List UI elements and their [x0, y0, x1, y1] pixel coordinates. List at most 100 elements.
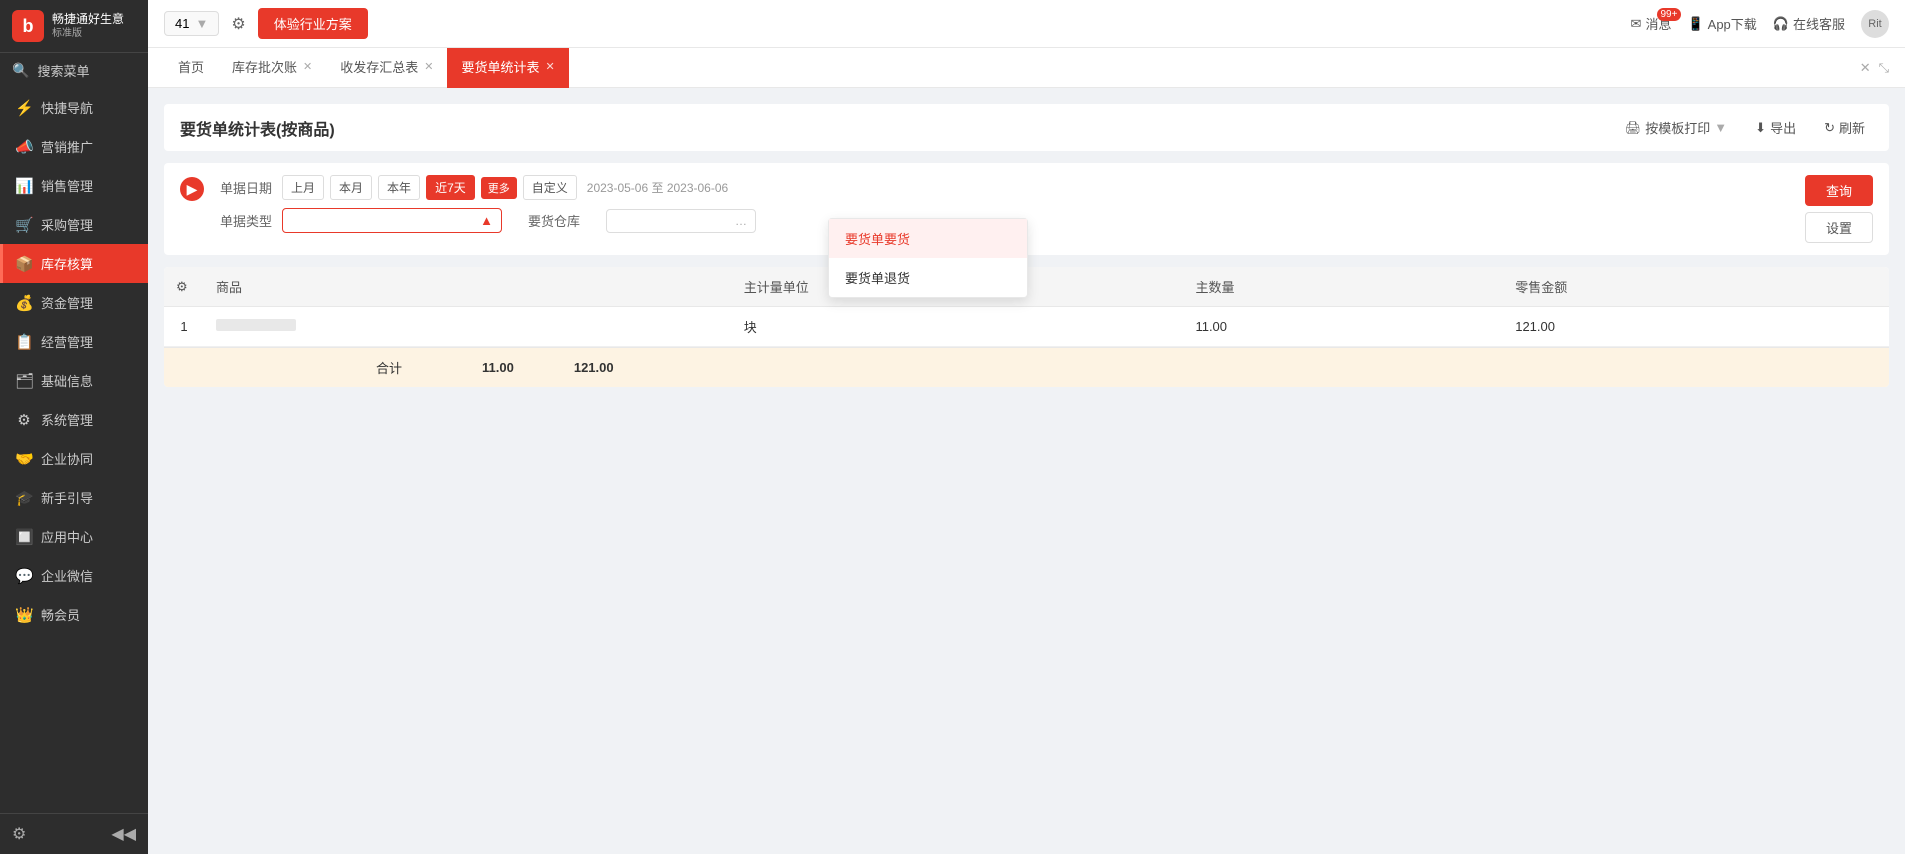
apps-icon: 🔲 — [15, 528, 33, 546]
date-btn-last-month[interactable]: 上月 — [282, 175, 324, 200]
sales-icon: 📊 — [15, 177, 33, 195]
quick-icon: ⚡ — [15, 99, 33, 117]
date-btn-this-month[interactable]: 本月 — [330, 175, 372, 200]
search-icon: 🔍 — [12, 62, 29, 79]
row-num: 1 — [164, 307, 204, 347]
app-logo: b 畅捷通好生意 标准版 — [0, 0, 148, 53]
headset-icon: 🎧 — [1773, 16, 1789, 32]
header-settings-icon[interactable]: ⚙ — [231, 14, 245, 34]
company-selector[interactable]: 41 ▼ — [164, 11, 219, 36]
title-actions: 🖨 按模板打印 ▼ ⬇ 导出 ↻ 刷新 — [1617, 114, 1873, 141]
dropdown-item-order[interactable]: 要货单要货 — [829, 219, 1027, 258]
warehouse-select[interactable]: … — [606, 209, 756, 233]
sidebar-item-system[interactable]: ⚙ 系统管理 — [0, 400, 148, 439]
sidebar-item-apps[interactable]: 🔲 应用中心 — [0, 517, 148, 556]
mobile-icon: 📱 — [1687, 16, 1703, 32]
type-dropdown: 要货单要货 要货单退货 — [828, 218, 1028, 298]
filter-expand-button[interactable]: ▶ — [180, 177, 204, 201]
main-content: 41 ▼ ⚙ 体验行业方案 ✉ 消息 99+ 📱 App下载 🎧 在线客服 Ri… — [148, 0, 1905, 854]
sidebar-bottom: ⚙ ◀◀ — [0, 813, 148, 854]
filter-group: 单据日期 上月 本月 本年 近7天 更多 自定义 2023-05-06 至 20… — [220, 175, 756, 233]
sidebar-item-purchase[interactable]: 🛒 采购管理 — [0, 205, 148, 244]
settings-col-icon[interactable]: ⚙ — [176, 279, 188, 294]
refresh-button[interactable]: ↻ 刷新 — [1816, 114, 1873, 141]
wecom-icon: 💬 — [15, 567, 33, 585]
type-label: 单据类型 — [220, 211, 272, 230]
filter-settings-button[interactable]: 设置 — [1805, 212, 1873, 243]
tab-summary[interactable]: 收发存汇总表 ✕ — [326, 48, 447, 88]
print-icon: 🖨 — [1625, 120, 1642, 136]
marketing-icon: 📣 — [15, 138, 33, 156]
service-item[interactable]: 🎧 在线客服 — [1773, 14, 1845, 33]
sidebar-item-basic[interactable]: 🗂 基础信息 — [0, 361, 148, 400]
sidebar-item-collab[interactable]: 🤝 企业协同 — [0, 439, 148, 478]
inventory-icon: 📦 — [15, 255, 33, 273]
col-amount-header: 零售金额 — [1503, 267, 1889, 307]
sidebar-item-wecom[interactable]: 💬 企业微信 — [0, 556, 148, 595]
date-range-buttons: 上月 本月 本年 近7天 更多 自定义 — [282, 175, 577, 200]
window-expand-icon[interactable]: ⤡ — [1879, 60, 1889, 76]
message-badge: 99+ — [1657, 8, 1682, 21]
basic-icon: 🗂 — [15, 372, 33, 390]
sidebar-item-finance[interactable]: 💰 资金管理 — [0, 283, 148, 322]
query-button[interactable]: 查询 — [1805, 175, 1873, 206]
total-quantity: 11.00 — [482, 360, 514, 375]
search-menu[interactable]: 🔍 搜索菜单 — [0, 53, 148, 88]
sidebar-item-marketing[interactable]: 📣 营销推广 — [0, 127, 148, 166]
refresh-icon: ↻ — [1824, 120, 1835, 136]
tab-order-stats[interactable]: 要货单统计表 ✕ — [447, 48, 568, 88]
chevron-down-icon: ▼ — [195, 16, 208, 31]
total-label: 合计 — [376, 358, 402, 377]
message-icon: ✉ — [1631, 16, 1642, 32]
table-row: 1 块 11.00 121.00 — [164, 307, 1889, 347]
date-btn-this-year[interactable]: 本年 — [378, 175, 420, 200]
date-range-display: 2023-05-06 至 2023-06-06 — [587, 179, 728, 196]
type-select[interactable]: ▲ — [282, 208, 502, 233]
window-shrink-icon[interactable]: ✕ — [1860, 60, 1871, 76]
close-tab-batch[interactable]: ✕ — [303, 60, 312, 73]
settings-bottom-icon[interactable]: ⚙ — [12, 824, 26, 844]
system-icon: ⚙ — [15, 411, 33, 429]
operations-icon: 📋 — [15, 333, 33, 351]
sidebar-item-inventory[interactable]: 📦 库存核算 — [0, 244, 148, 283]
tab-bar-right: ✕ ⤡ — [1860, 60, 1889, 76]
row-unit: 块 — [732, 307, 1184, 347]
page-title-bar: 要货单统计表(按商品) 🖨 按模板打印 ▼ ⬇ 导出 ↻ 刷新 — [164, 104, 1889, 151]
messages-item[interactable]: ✉ 消息 99+ — [1631, 14, 1672, 33]
tab-batch-account[interactable]: 库存批次账 ✕ — [218, 48, 326, 88]
warehouse-label: 要货仓库 — [528, 211, 580, 230]
logo-text: 畅捷通好生意 标准版 — [52, 11, 124, 42]
chevron-up-icon: ▲ — [480, 213, 493, 228]
chevron-down-icon: ▼ — [1714, 120, 1727, 135]
dropdown-item-return[interactable]: 要货单退货 — [829, 258, 1027, 297]
app-download-item[interactable]: 📱 App下载 — [1687, 14, 1756, 33]
tab-home[interactable]: 首页 — [164, 48, 218, 88]
tab-bar: 首页 库存批次账 ✕ 收发存汇总表 ✕ 要货单统计表 ✕ ✕ ⤡ — [148, 48, 1905, 88]
sidebar-item-member[interactable]: 👑 畅会员 — [0, 595, 148, 634]
sidebar-item-sales[interactable]: 📊 销售管理 — [0, 166, 148, 205]
trial-button[interactable]: 体验行业方案 — [258, 8, 368, 39]
print-button[interactable]: 🖨 按模板打印 ▼ — [1617, 114, 1735, 141]
date-label: 单据日期 — [220, 178, 272, 197]
collapse-icon[interactable]: ◀◀ — [111, 824, 136, 844]
export-button[interactable]: ⬇ 导出 — [1747, 114, 1804, 141]
close-tab-summary[interactable]: ✕ — [424, 60, 433, 73]
sidebar-item-guide[interactable]: 🎓 新手引导 — [0, 478, 148, 517]
avatar[interactable]: Rit — [1861, 10, 1889, 38]
guide-icon: 🎓 — [15, 489, 33, 507]
header-right: ✉ 消息 99+ 📱 App下载 🎧 在线客服 Rit — [1631, 10, 1889, 38]
export-icon: ⬇ — [1755, 120, 1766, 136]
product-placeholder — [216, 319, 296, 331]
finance-icon: 💰 — [15, 294, 33, 312]
sidebar-item-operations[interactable]: 📋 经营管理 — [0, 322, 148, 361]
date-btn-custom[interactable]: 自定义 — [523, 175, 577, 200]
type-filter-row: 单据类型 ▲ 要货仓库 … — [220, 208, 756, 233]
row-amount: 121.00 — [1503, 307, 1889, 347]
company-info: 41 ▼ ⚙ 体验行业方案 — [164, 8, 1631, 39]
more-icon: … — [735, 214, 747, 228]
date-btn-7days[interactable]: 近7天 — [426, 175, 475, 200]
date-btn-more[interactable]: 更多 — [481, 177, 517, 199]
row-quantity: 11.00 — [1183, 307, 1503, 347]
sidebar-item-quick[interactable]: ⚡ 快捷导航 — [0, 88, 148, 127]
close-tab-order-stats[interactable]: ✕ — [546, 60, 555, 73]
